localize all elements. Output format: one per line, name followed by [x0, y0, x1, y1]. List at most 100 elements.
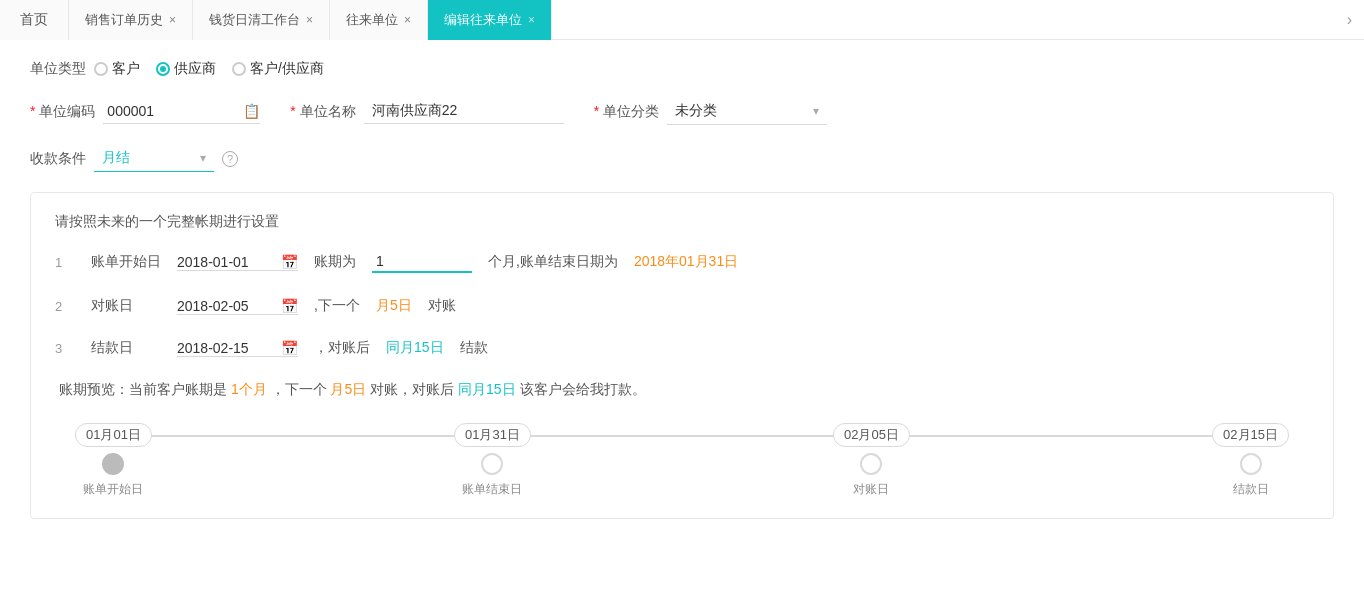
row-2-field-label: 对账日	[91, 297, 161, 315]
timeline-node-3: 02月05日 对账日	[833, 423, 910, 498]
timeline-node-4-date: 02月15日	[1212, 423, 1289, 447]
radio-supplier-circle	[156, 62, 170, 76]
preview-part2: 月5日	[330, 381, 366, 397]
tab-cash-work-close[interactable]: ×	[306, 13, 313, 27]
row-num-3: 3	[55, 341, 75, 356]
payment-condition-value: 月结	[102, 149, 196, 167]
row-3-date-wrap: 📅	[177, 340, 298, 357]
tabs-bar: 首页 销售订单历史 × 钱货日清工作台 × 往来单位 × 编辑往来单位 × ›	[0, 0, 1364, 40]
timeline-node-4-label: 结款日	[1233, 481, 1269, 498]
row-1-suffix-after: 个月,账单结束日期为	[488, 253, 618, 271]
row-3-calendar-icon[interactable]: 📅	[281, 340, 298, 356]
row-num-2: 2	[55, 299, 75, 314]
unit-info-row: 单位编码 📋 单位名称 单位分类 未分类 ▾	[30, 98, 1334, 125]
tab-sales-history[interactable]: 销售订单历史 ×	[69, 0, 193, 40]
radio-supplier-label: 供应商	[174, 60, 216, 78]
row-1-date-input[interactable]	[177, 254, 277, 270]
timeline-node-3-circle	[860, 453, 882, 475]
preview-prefix: 账期预览：当前客户账期是	[59, 381, 227, 397]
radio-customer-circle	[94, 62, 108, 76]
unit-code-group: 单位编码 📋	[30, 99, 260, 124]
timeline-node-4-circle	[1240, 453, 1262, 475]
preview-suffix: 该客户会给我打款。	[520, 381, 646, 397]
row-3-suffix-before: ，对账后	[314, 339, 370, 357]
tab-edit-partner-close[interactable]: ×	[528, 13, 535, 27]
row-3-field-label: 结款日	[91, 339, 161, 357]
tab-partner-label: 往来单位	[346, 11, 398, 29]
radio-both-label: 客户/供应商	[250, 60, 324, 78]
row-1-suffix-before: 账期为	[314, 253, 356, 271]
main-content: 单位类型 客户 供应商 客户/供应商 单位编码	[0, 40, 1364, 608]
payment-condition-arrow-icon: ▾	[200, 151, 206, 165]
radio-both[interactable]: 客户/供应商	[232, 60, 324, 78]
timeline-node-4: 02月15日 结款日	[1212, 423, 1289, 498]
tab-sales-history-close[interactable]: ×	[169, 13, 176, 27]
tab-partner-close[interactable]: ×	[404, 13, 411, 27]
radio-both-circle	[232, 62, 246, 76]
row-2-calendar-icon[interactable]: 📅	[281, 298, 298, 314]
unit-category-arrow-icon: ▾	[813, 104, 819, 118]
unit-category-label: 单位分类	[594, 103, 659, 121]
row-2-suffix-after: 对账	[428, 297, 456, 315]
timeline-node-1: 01月01日 账单开始日	[75, 423, 152, 498]
unit-category-select[interactable]: 未分类 ▾	[667, 98, 827, 125]
preview-middle2: 对账，对账后	[370, 381, 454, 397]
row-1-period-input[interactable]	[372, 251, 472, 273]
timeline-node-2-circle	[481, 453, 503, 475]
radio-customer[interactable]: 客户	[94, 60, 140, 78]
row-1-field-label: 账单开始日	[91, 253, 161, 271]
payment-condition-group: 收款条件 月结 ▾ ?	[30, 145, 238, 172]
tab-home-label: 首页	[20, 11, 48, 29]
section-title: 请按照未来的一个完整帐期进行设置	[55, 213, 1309, 231]
radio-supplier[interactable]: 供应商	[156, 60, 216, 78]
setting-section: 请按照未来的一个完整帐期进行设置 1 账单开始日 📅 账期为 个月,账单结束日期…	[30, 192, 1334, 519]
tab-cash-work[interactable]: 钱货日清工作台 ×	[193, 0, 330, 40]
setting-row-2: 2 对账日 📅 ,下一个 月5日 对账	[55, 297, 1309, 315]
row-2-suffix-before: ,下一个	[314, 297, 360, 315]
row-3-date-input[interactable]	[177, 340, 277, 356]
timeline-node-1-date: 01月01日	[75, 423, 152, 447]
timeline-node-1-circle	[102, 453, 124, 475]
unit-category-value: 未分类	[675, 102, 809, 120]
timeline-node-3-date: 02月05日	[833, 423, 910, 447]
row-1-calendar-icon[interactable]: 📅	[281, 254, 298, 270]
tab-edit-partner[interactable]: 编辑往来单位 ×	[428, 0, 552, 40]
unit-type-group: 单位类型 客户 供应商 客户/供应商	[30, 60, 324, 78]
payment-condition-select[interactable]: 月结 ▾	[94, 145, 214, 172]
timeline-node-2-date: 01月31日	[454, 423, 531, 447]
timeline-nodes: 01月01日 账单开始日 01月31日 账单结束日 02月05日 对账日	[75, 423, 1289, 498]
radio-group-unit-type: 客户 供应商 客户/供应商	[94, 60, 324, 78]
row-2-date-wrap: 📅	[177, 298, 298, 315]
tab-home[interactable]: 首页	[0, 0, 69, 40]
unit-code-input-wrap: 📋	[103, 99, 260, 124]
row-1-date-wrap: 📅	[177, 254, 298, 271]
unit-code-input[interactable]	[103, 99, 243, 123]
row-2-highlight-text: 月5日	[376, 297, 412, 315]
unit-code-copy-icon[interactable]: 📋	[243, 103, 260, 119]
unit-type-row: 单位类型 客户 供应商 客户/供应商	[30, 60, 1334, 78]
unit-category-group: 单位分类 未分类 ▾	[594, 98, 827, 125]
unit-type-label: 单位类型	[30, 60, 86, 78]
row-3-highlight-text: 同月15日	[386, 339, 444, 357]
preview-middle1: ，下一个	[271, 381, 327, 397]
timeline-node-2: 01月31日 账单结束日	[454, 423, 531, 498]
tab-cash-work-label: 钱货日清工作台	[209, 11, 300, 29]
tabs-expand-button[interactable]: ›	[1335, 11, 1364, 29]
row-2-date-input[interactable]	[177, 298, 277, 314]
tab-edit-partner-label: 编辑往来单位	[444, 11, 522, 29]
tab-partner[interactable]: 往来单位 ×	[330, 0, 428, 40]
unit-code-label: 单位编码	[30, 103, 95, 121]
row-3-suffix-after: 结款	[460, 339, 488, 357]
tab-sales-history-label: 销售订单历史	[85, 11, 163, 29]
unit-name-input[interactable]	[364, 99, 564, 124]
unit-name-group: 单位名称	[290, 99, 563, 124]
row-1-highlight-date: 2018年01月31日	[634, 253, 738, 271]
preview-row: 账期预览：当前客户账期是 1个月 ，下一个 月5日 对账，对账后 同月15日 该…	[55, 381, 1309, 399]
payment-condition-row: 收款条件 月结 ▾ ?	[30, 145, 1334, 172]
payment-condition-help-icon[interactable]: ?	[222, 151, 238, 167]
timeline-node-2-label: 账单结束日	[462, 481, 522, 498]
timeline: 01月01日 账单开始日 01月31日 账单结束日 02月05日 对账日	[55, 423, 1309, 498]
preview-part1: 1个月	[231, 381, 267, 397]
radio-customer-label: 客户	[112, 60, 140, 78]
timeline-node-3-label: 对账日	[853, 481, 889, 498]
